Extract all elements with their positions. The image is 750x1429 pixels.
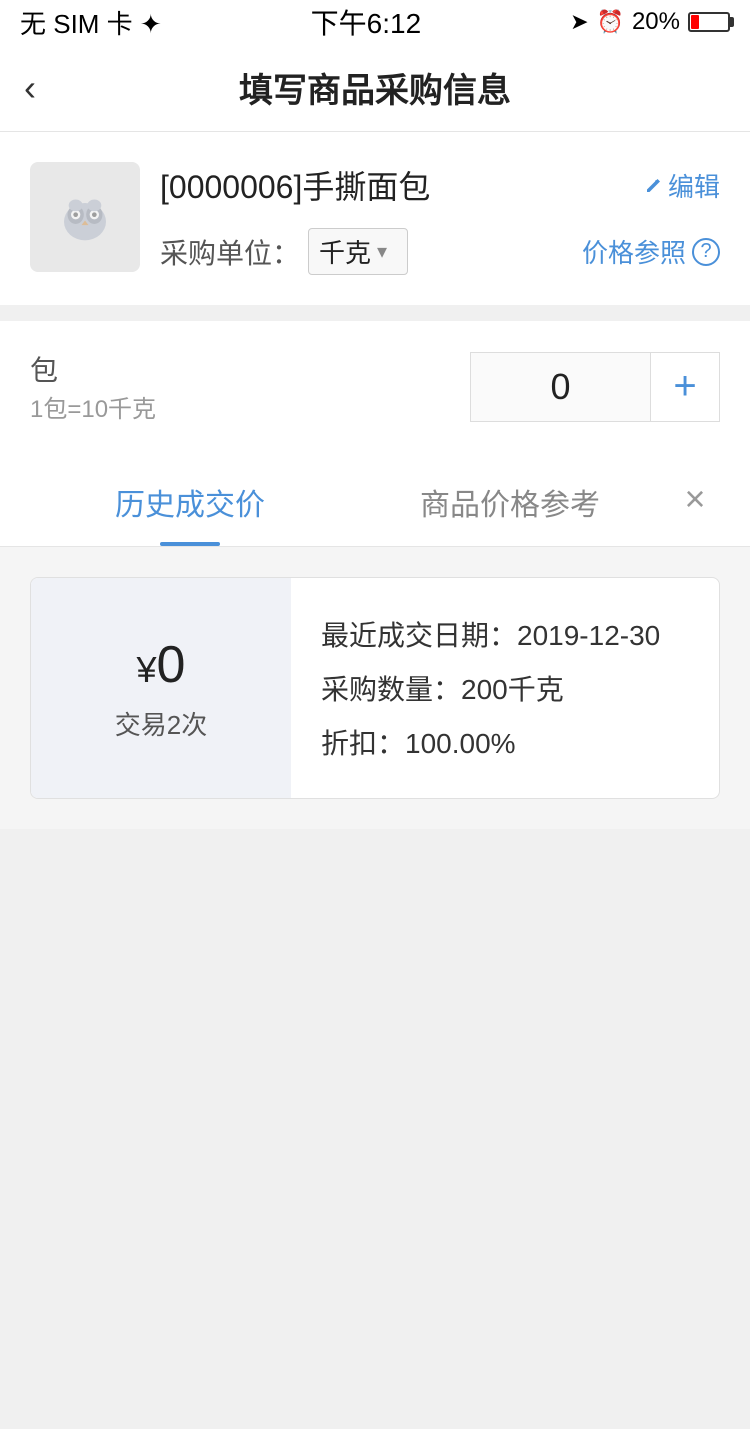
help-icon: ? xyxy=(692,238,720,266)
tab-price-reference[interactable]: 商品价格参考 xyxy=(350,452,670,546)
quantity-row: 包 1包=10千克 0 + xyxy=(0,321,750,452)
battery-icon xyxy=(688,12,730,32)
status-right: ➤ ⏰ 20% xyxy=(570,8,730,36)
quantity-label-area: 包 1包=10千克 xyxy=(30,349,450,424)
history-details: 最近成交日期：2019-12-30 采购数量：200千克 折扣：100.00% xyxy=(291,578,719,798)
unit-row: 采购单位： 千克 ▾ 价格参照 ? xyxy=(160,228,720,275)
page-header: ‹ 填写商品采购信息 xyxy=(0,44,750,132)
product-name-row: [0000006]手撕面包 编辑 xyxy=(160,162,720,208)
quantity-conversion-note: 1包=10千克 xyxy=(30,389,450,424)
quantity-plus-button[interactable]: + xyxy=(650,352,720,422)
status-bar: 无 SIM 卡 ✦ 下午6:12 ➤ ⏰ 20% xyxy=(0,0,750,44)
quantity-input[interactable]: 0 xyxy=(470,352,650,422)
nav-icon: ➤ xyxy=(570,9,588,35)
unit-select-dropdown[interactable]: 千克 ▾ xyxy=(308,228,408,275)
tab-history-price[interactable]: 历史成交价 xyxy=(30,452,350,546)
tabs-header: 历史成交价 商品价格参考 × xyxy=(0,452,750,547)
tab-content-history: ¥0 交易2次 最近成交日期：2019-12-30 采购数量：200千克 折扣：… xyxy=(0,547,750,829)
tab-close-button[interactable]: × xyxy=(670,474,720,524)
price-reference-link[interactable]: 价格参照 ? xyxy=(582,233,720,270)
history-quantity: 采购数量：200千克 xyxy=(321,668,689,708)
alarm-icon: ⏰ xyxy=(597,9,624,35)
edit-link[interactable]: 编辑 xyxy=(644,167,720,204)
page-title: 填写商品采购信息 xyxy=(239,63,511,112)
yen-sign: ¥ xyxy=(137,649,157,690)
sim-label: 无 SIM 卡 ✦ xyxy=(20,4,162,41)
battery-percent: 20% xyxy=(632,8,680,36)
history-card: ¥0 交易2次 最近成交日期：2019-12-30 采购数量：200千克 折扣：… xyxy=(30,577,720,799)
unit-label: 采购单位： 千克 ▾ xyxy=(160,228,408,275)
edit-icon xyxy=(644,175,664,195)
back-button[interactable]: ‹ xyxy=(24,67,36,109)
history-price-value: ¥0 xyxy=(137,635,186,695)
history-price-summary: ¥0 交易2次 xyxy=(31,578,291,798)
status-time: 下午6:12 xyxy=(311,2,422,42)
section-divider xyxy=(0,305,750,321)
status-left: 无 SIM 卡 ✦ xyxy=(20,4,162,41)
quantity-unit-label: 包 xyxy=(30,349,450,389)
history-discount: 折扣：100.00% xyxy=(321,722,689,762)
quantity-input-area: 0 + xyxy=(470,352,720,422)
product-thumbnail xyxy=(30,162,140,272)
history-recent-date: 最近成交日期：2019-12-30 xyxy=(321,614,689,654)
product-logo-icon xyxy=(50,182,120,252)
history-transaction-count: 交易2次 xyxy=(115,705,207,742)
product-card: [0000006]手撕面包 编辑 采购单位： 千克 ▾ 价格参照 ? xyxy=(0,132,750,305)
product-info: [0000006]手撕面包 编辑 采购单位： 千克 ▾ 价格参照 ? xyxy=(160,162,720,275)
product-name: [0000006]手撕面包 xyxy=(160,162,430,208)
main-content-area xyxy=(0,829,750,1429)
tabs-panel: 历史成交价 商品价格参考 × ¥0 交易2次 最近成交日期：2019-12-30… xyxy=(0,452,750,829)
chevron-down-icon: ▾ xyxy=(377,239,387,264)
